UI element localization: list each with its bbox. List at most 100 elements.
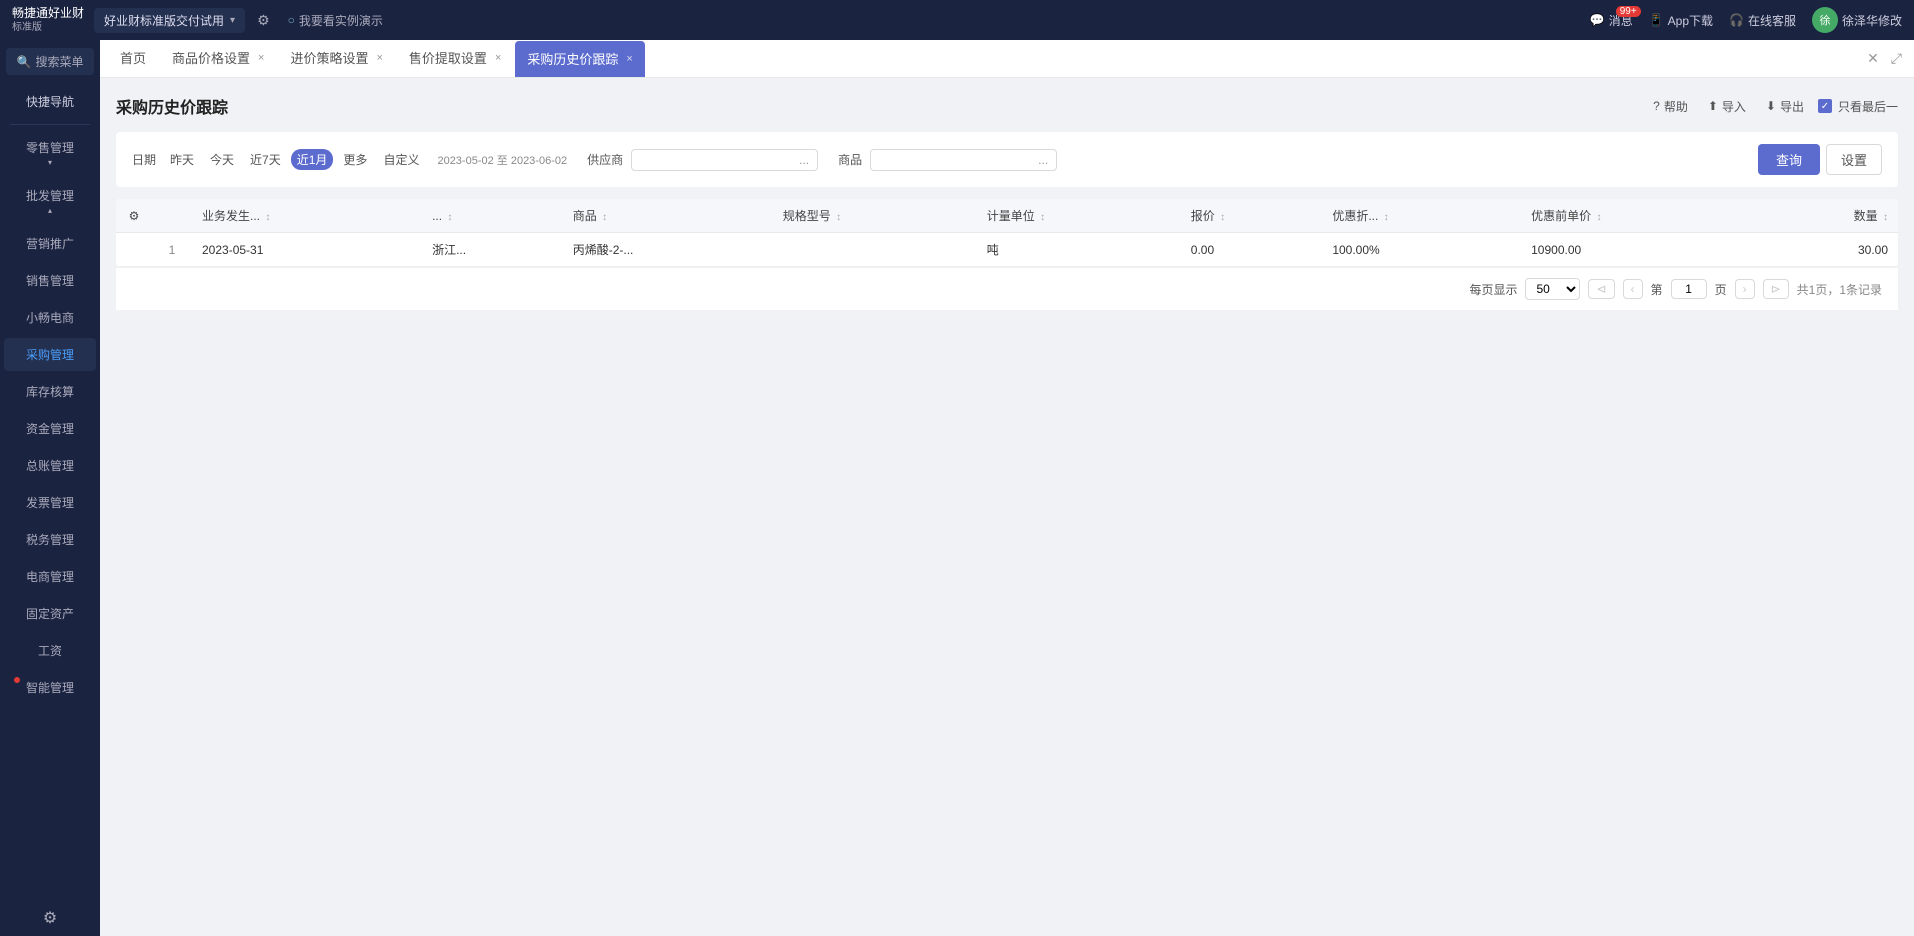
close-icon[interactable]: × (495, 52, 501, 64)
demo-button[interactable]: ○ 我要看实例演示 (288, 12, 383, 29)
supplier-expand-button[interactable]: ... (799, 153, 809, 167)
help-button[interactable]: ? 帮助 (1647, 95, 1694, 118)
th-quantity[interactable]: 数量 ↕ (1756, 199, 1898, 233)
supplier-input[interactable] (640, 153, 795, 167)
message-badge: 99+ (1616, 6, 1641, 17)
checkbox-icon[interactable]: ✓ (1818, 99, 1832, 113)
sidebar-item-invoice[interactable]: 发票管理 (4, 486, 96, 519)
last-page-button[interactable]: ⊳ (1763, 279, 1789, 299)
th-quote[interactable]: 报价 ↕ (1181, 199, 1323, 233)
sidebar-item-label: 营销推广 (26, 235, 74, 252)
row-extra: 浙江... (422, 233, 563, 267)
date-opt-today[interactable]: 今天 (204, 149, 240, 170)
sidebar-item-inventory[interactable]: 库存核算 (4, 375, 96, 408)
first-page-button[interactable]: ⊲ (1588, 279, 1614, 299)
quick-nav-area: 快捷导航 (0, 83, 100, 120)
supplier-filter-group: 供应商 ... (587, 149, 818, 171)
supplier-label: 供应商 (587, 151, 623, 168)
sidebar-item-salary[interactable]: 工资 (4, 634, 96, 667)
maximize-button[interactable]: ⤢ (1887, 46, 1906, 71)
page-input[interactable] (1671, 279, 1707, 299)
sidebar-item-label: 智能管理 (26, 679, 74, 696)
sidebar-item-label: 工资 (38, 642, 62, 659)
online-support-button[interactable]: 🎧 在线客服 (1729, 12, 1796, 29)
user-menu[interactable]: 徐 徐泽华修改 (1812, 7, 1902, 33)
sort-icon: ↕ (447, 212, 452, 223)
sidebar-item-assets[interactable]: 固定资产 (4, 597, 96, 630)
per-page-select[interactable]: 50 10 20 100 (1525, 278, 1580, 300)
date-opt-custom[interactable]: 自定义 (377, 149, 425, 170)
quick-nav-button[interactable]: 快捷导航 (6, 87, 94, 116)
filter-settings-button[interactable]: 设置 (1826, 144, 1882, 175)
close-icon[interactable]: × (376, 52, 382, 64)
prev-page-button[interactable]: ‹ (1623, 279, 1643, 299)
th-extra[interactable]: ... ↕ (422, 199, 563, 233)
sidebar-search-area: 🔍 搜索菜单 (0, 40, 100, 83)
version-selector[interactable]: 好业财标准版交付试用 ▾ (94, 8, 245, 33)
settings-icon[interactable]: ⚙ (257, 12, 270, 29)
sidebar-item-finance[interactable]: 资金管理 (4, 412, 96, 445)
sidebar-item-sales[interactable]: 销售管理 (4, 264, 96, 297)
close-icon[interactable]: × (626, 53, 632, 65)
import-icon: ⬆ (1708, 99, 1718, 113)
tab-sell-strategy[interactable]: 售价提取设置 × (397, 41, 513, 77)
sidebar-item-marketing[interactable]: 营销推广 (4, 227, 96, 260)
sidebar-item-accounting[interactable]: 总账管理 (4, 449, 96, 482)
sidebar-item-purchase[interactable]: 采购管理 (4, 338, 96, 371)
th-spec[interactable]: 规格型号 ↕ (773, 199, 977, 233)
search-menu-button[interactable]: 🔍 搜索菜单 (6, 48, 94, 75)
content-area: 首页 商品价格设置 × 进价策略设置 × 售价提取设置 × 采购历史价跟踪 × … (100, 40, 1914, 936)
query-button[interactable]: 查询 (1758, 144, 1820, 175)
tab-home[interactable]: 首页 (108, 41, 158, 77)
next-page-button[interactable]: › (1735, 279, 1755, 299)
goods-label: 商品 (838, 151, 862, 168)
export-button[interactable]: ⬇ 导出 (1760, 95, 1810, 118)
filter-bar: 日期 昨天 今天 近7天 近1月 更多 自定义 2023-05-02 至 202… (116, 132, 1898, 187)
sidebar-item-ecommerce-small[interactable]: 小畅电商 (4, 301, 96, 334)
export-icon: ⬇ (1766, 99, 1776, 113)
sidebar-item-label: 资金管理 (26, 420, 74, 437)
headset-icon: 🎧 (1729, 13, 1744, 27)
sidebar-item-smart[interactable]: 智能管理 (4, 671, 96, 704)
expand-icon: ▾ (48, 158, 52, 167)
date-opt-last7[interactable]: 近7天 (244, 149, 287, 170)
per-page-label: 每页显示 (1469, 281, 1517, 298)
tab-price[interactable]: 商品价格设置 × (160, 41, 276, 77)
row-goods: 丙烯酸-2-... (563, 233, 773, 267)
sidebar-settings-button[interactable]: ⚙ (43, 908, 57, 928)
th-pre-discount[interactable]: 优惠前单价 ↕ (1521, 199, 1756, 233)
close-window-button[interactable]: ✕ (1863, 46, 1883, 71)
goods-expand-button[interactable]: ... (1038, 153, 1048, 167)
phone-icon: 📱 (1649, 13, 1664, 27)
import-button[interactable]: ⬆ 导入 (1702, 95, 1752, 118)
page-content: 采购历史价跟踪 ? 帮助 ⬆ 导入 ⬇ 导出 ✓ (100, 78, 1914, 936)
messages-button[interactable]: 💬 消息 99+ (1590, 12, 1633, 29)
sort-icon: ↕ (1883, 212, 1888, 223)
page-actions: ? 帮助 ⬆ 导入 ⬇ 导出 ✓ 只看最后一 (1647, 95, 1898, 118)
date-opt-last1m[interactable]: 近1月 (291, 149, 334, 170)
app-download-button[interactable]: 📱 App下载 (1649, 12, 1713, 29)
th-goods[interactable]: 商品 ↕ (563, 199, 773, 233)
gear-icon[interactable]: ⚙ (129, 209, 140, 223)
sort-icon: ↕ (602, 212, 607, 223)
sidebar-item-wholesale[interactable]: 批发管理 ▴ (4, 179, 96, 223)
date-opt-more[interactable]: 更多 (337, 149, 373, 170)
sidebar-item-retail[interactable]: 零售管理 ▾ (4, 131, 96, 175)
sidebar-item-ecommerce[interactable]: 电商管理 (4, 560, 96, 593)
chevron-down-icon: ▾ (230, 15, 235, 26)
goods-input[interactable] (879, 153, 1034, 167)
goods-input-wrapper: ... (870, 149, 1057, 171)
help-icon: ? (1653, 99, 1660, 113)
th-date[interactable]: 业务发生... ↕ (192, 199, 422, 233)
only-latest-toggle[interactable]: ✓ 只看最后一 (1818, 98, 1898, 115)
sidebar-item-tax[interactable]: 税务管理 (4, 523, 96, 556)
main-layout: 🔍 搜索菜单 快捷导航 零售管理 ▾ 批发管理 ▴ 营销推广 销售管理 小畅电商 (0, 40, 1914, 936)
th-gear[interactable]: ⚙ (116, 199, 152, 233)
tab-purchase-strategy[interactable]: 进价策略设置 × (278, 41, 394, 77)
th-unit[interactable]: 计量单位 ↕ (977, 199, 1181, 233)
th-discount[interactable]: 优惠折... ↕ (1322, 199, 1521, 233)
close-icon[interactable]: × (258, 52, 264, 64)
date-opt-yesterday[interactable]: 昨天 (164, 149, 200, 170)
tab-history-price[interactable]: 采购历史价跟踪 × (515, 41, 644, 77)
sort-icon: ↕ (1040, 212, 1045, 223)
